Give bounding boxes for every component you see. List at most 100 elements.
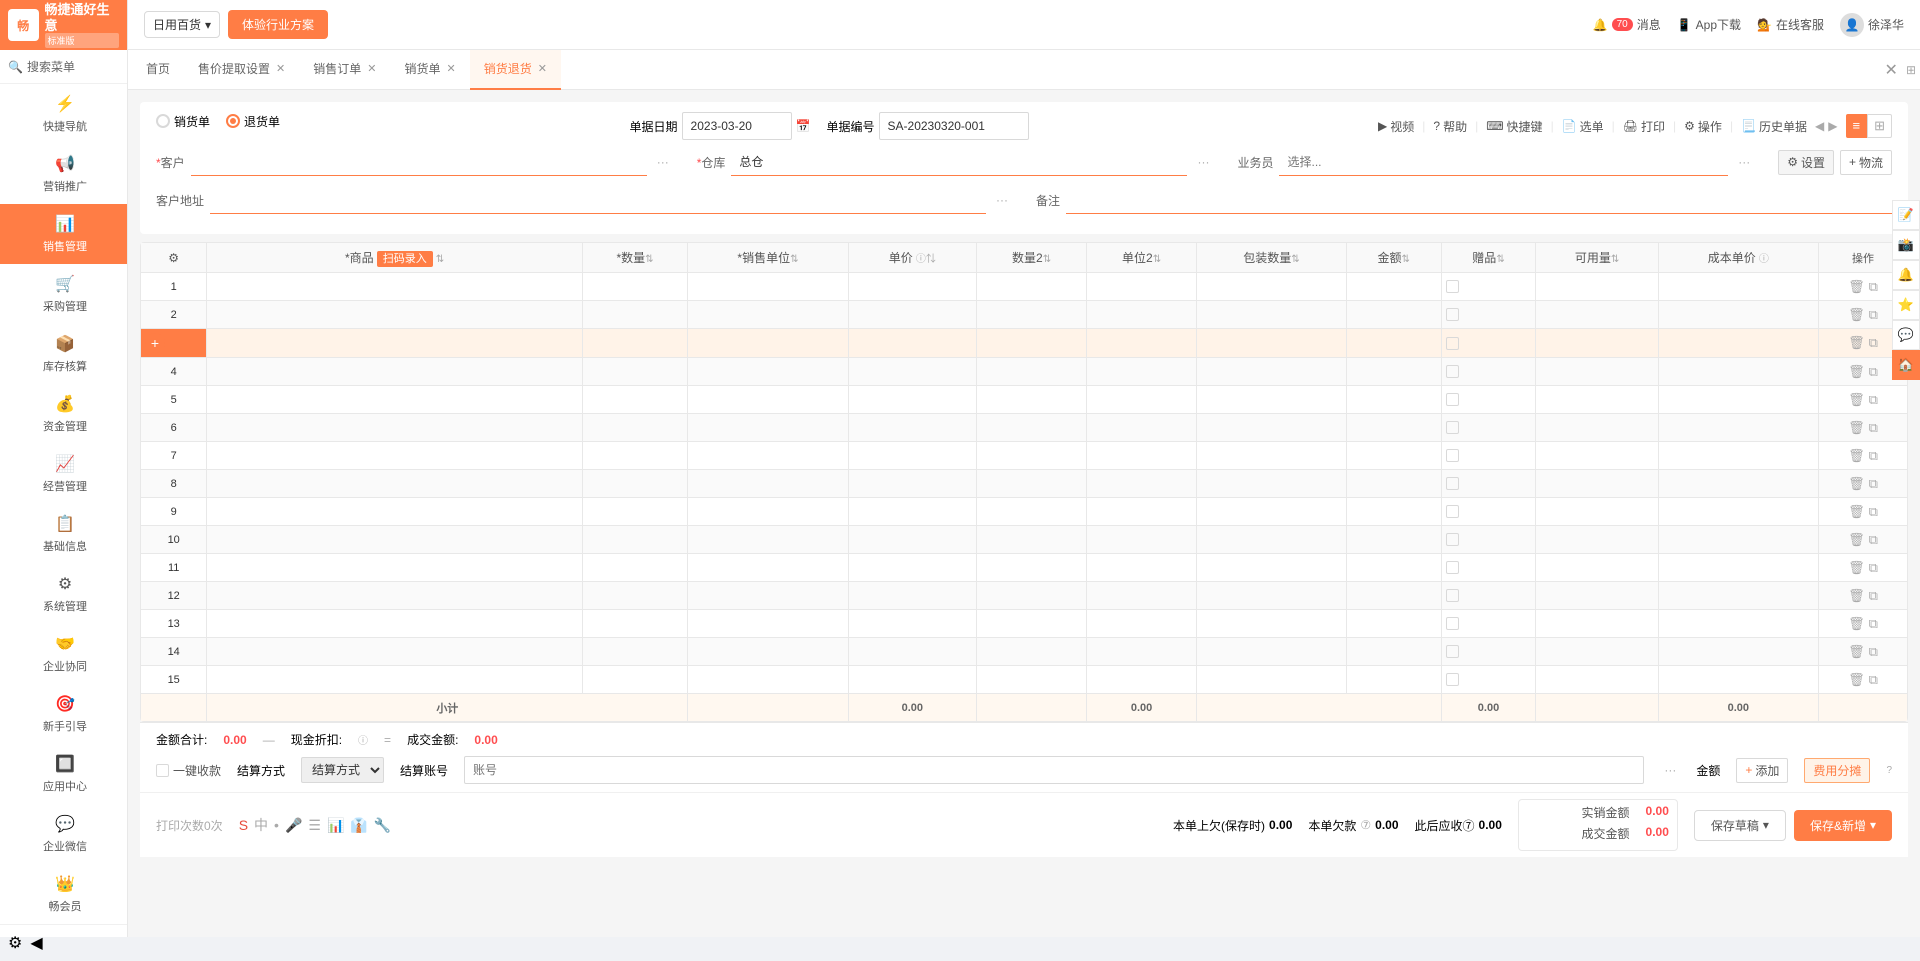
sidebar-item-collab[interactable]: 🤝 企业协同 xyxy=(0,624,127,684)
right-panel-star[interactable]: ⭐ xyxy=(1892,290,1920,320)
cell-gift[interactable] xyxy=(1441,442,1536,470)
cell-gift[interactable] xyxy=(1441,666,1536,694)
close-all-tabs[interactable]: ✕ xyxy=(1881,56,1902,84)
ops-toolbar-btn[interactable]: ⚙操作 xyxy=(1684,118,1722,135)
gift-checkbox[interactable] xyxy=(1446,533,1459,546)
copy-row-icon[interactable]: ⧉ xyxy=(1869,532,1878,548)
view-list-btn[interactable]: ≡ xyxy=(1846,114,1868,138)
sidebar-item-inventory[interactable]: 📦 库存核算 xyxy=(0,324,127,384)
sidebar-item-operation[interactable]: 📈 经营管理 xyxy=(0,444,127,504)
save-draft-button[interactable]: 保存草稿 ▾ xyxy=(1694,810,1786,841)
gift-checkbox[interactable] xyxy=(1446,477,1459,490)
experience-button[interactable]: 体验行业方案 xyxy=(228,10,328,39)
save-new-arrow[interactable]: ▾ xyxy=(1870,818,1876,832)
sidebar-item-guide[interactable]: 🎯 新手引导 xyxy=(0,684,127,744)
cell-gift[interactable] xyxy=(1441,498,1536,526)
account-dots[interactable]: ··· xyxy=(1660,763,1680,777)
tab-sales-delivery[interactable]: 销货单 ✕ xyxy=(390,50,469,90)
delete-row-icon[interactable]: 🗑 xyxy=(1848,420,1865,436)
copy-row-icon[interactable]: ⧉ xyxy=(1869,307,1878,323)
online-service-button[interactable]: 💁 在线客服 xyxy=(1757,16,1824,33)
delete-row-icon[interactable]: 🗑 xyxy=(1848,588,1865,604)
delete-row-icon[interactable]: 🗑 xyxy=(1848,279,1865,295)
delete-row-icon[interactable]: 🗑 xyxy=(1848,335,1865,351)
staff-dots[interactable]: ··· xyxy=(1734,155,1754,169)
copy-row-icon[interactable]: ⧉ xyxy=(1869,672,1878,688)
notice-button[interactable]: 🔔 70 消息 xyxy=(1593,16,1661,33)
tab-sales-return[interactable]: 销货退货 ✕ xyxy=(470,50,561,90)
avail-sort[interactable]: ⇅ xyxy=(1611,254,1619,265)
gift-checkbox[interactable] xyxy=(1446,617,1459,630)
cell-gift[interactable] xyxy=(1441,273,1536,301)
industry-dropdown[interactable]: 日用百货 ▾ xyxy=(144,11,220,38)
delete-row-icon[interactable]: 🗑 xyxy=(1848,392,1865,408)
gift-checkbox[interactable] xyxy=(1446,393,1459,406)
right-panel-active[interactable]: 🏠 xyxy=(1892,350,1920,380)
tab-delivery-close[interactable]: ✕ xyxy=(447,62,456,75)
sidebar-item-purchase[interactable]: 🛒 采购管理 xyxy=(0,264,127,324)
pkg-sort[interactable]: ⇅ xyxy=(1291,254,1299,265)
delete-row-icon[interactable]: 🗑 xyxy=(1848,476,1865,492)
account-input[interactable] xyxy=(464,756,1644,784)
copy-row-icon[interactable]: ⧉ xyxy=(1869,335,1878,351)
gift-checkbox[interactable] xyxy=(1446,308,1459,321)
gift-checkbox[interactable] xyxy=(1446,673,1459,686)
sidebar-item-basic[interactable]: 📋 基础信息 xyxy=(0,504,127,564)
copy-row-icon[interactable]: ⧉ xyxy=(1869,504,1878,520)
draft-arrow[interactable]: ▾ xyxy=(1763,818,1769,832)
amount-sort[interactable]: ⇅ xyxy=(1402,254,1410,265)
sidebar-item-vip[interactable]: 👑 畅会员 xyxy=(0,864,127,924)
video-toolbar-btn[interactable]: ▶视频 xyxy=(1378,118,1414,135)
gift-checkbox[interactable] xyxy=(1446,280,1459,293)
setting-button[interactable]: ⚙ 设置 xyxy=(1778,150,1834,175)
select-toolbar-btn[interactable]: 📄选单 xyxy=(1562,118,1604,135)
save-new-button[interactable]: 保存&新增 ▾ xyxy=(1794,810,1892,841)
tab-home[interactable]: 首页 xyxy=(132,50,184,90)
delete-row-icon[interactable]: 🗑 xyxy=(1848,448,1865,464)
barcode-entry-btn[interactable]: 扫码录入 xyxy=(377,251,433,267)
cell-gift[interactable] xyxy=(1441,554,1536,582)
history-toolbar-btn[interactable]: 📃历史单据 xyxy=(1741,118,1807,135)
user-profile[interactable]: 👤 徐泽华 xyxy=(1840,13,1904,37)
sidebar-item-system[interactable]: ⚙ 系统管理 xyxy=(0,564,127,624)
goods-input[interactable] xyxy=(211,336,577,350)
cell-gift[interactable] xyxy=(1441,414,1536,442)
goods-sort[interactable]: ⇅ xyxy=(436,254,444,265)
help-toolbar-btn[interactable]: ?帮助 xyxy=(1433,118,1467,135)
price-sort[interactable]: ⇅ xyxy=(926,254,936,265)
gift-checkbox[interactable] xyxy=(1446,561,1459,574)
qty-sort[interactable]: ⇅ xyxy=(645,254,653,265)
calendar-icon[interactable]: 📅 xyxy=(796,119,811,133)
cell-gift[interactable] xyxy=(1441,358,1536,386)
cell-gift[interactable] xyxy=(1441,526,1536,554)
radio-sale[interactable]: 销货单 xyxy=(156,113,210,130)
right-panel-notes[interactable]: 📝 xyxy=(1892,200,1920,230)
copy-row-icon[interactable]: ⧉ xyxy=(1869,448,1878,464)
tab-return-close[interactable]: ✕ xyxy=(538,62,547,75)
warehouse-dots[interactable]: ··· xyxy=(1193,155,1213,169)
cell-gift[interactable] xyxy=(1441,470,1536,498)
shortcut-toolbar-btn[interactable]: ⌨快捷键 xyxy=(1486,118,1542,135)
delete-row-icon[interactable]: 🗑 xyxy=(1848,307,1865,323)
serial-input[interactable] xyxy=(879,112,1029,140)
right-panel-photo[interactable]: 📸 xyxy=(1892,230,1920,260)
copy-row-icon[interactable]: ⧉ xyxy=(1869,364,1878,380)
next-arrow[interactable]: ▶ xyxy=(1828,119,1837,133)
copy-row-icon[interactable]: ⧉ xyxy=(1869,420,1878,436)
add-payment-button[interactable]: + 添加 xyxy=(1736,758,1788,783)
view-grid-btn[interactable]: ⊞ xyxy=(1867,114,1892,138)
unit-sort[interactable]: ⇅ xyxy=(790,254,798,265)
fee-split-button[interactable]: 费用分摊 xyxy=(1804,758,1870,783)
one-click-pay-check[interactable]: 一键收款 xyxy=(156,762,221,779)
sidebar-search[interactable]: 🔍 搜索菜单 xyxy=(0,50,127,84)
copy-row-icon[interactable]: ⧉ xyxy=(1869,476,1878,492)
delete-row-icon[interactable]: 🗑 xyxy=(1848,672,1865,688)
date-input[interactable] xyxy=(682,112,792,140)
gift-checkbox[interactable] xyxy=(1446,645,1459,658)
cell-gift[interactable] xyxy=(1441,301,1536,329)
cell-goods[interactable] xyxy=(207,329,582,358)
cell-gift[interactable] xyxy=(1441,638,1536,666)
gift-checkbox[interactable] xyxy=(1446,337,1459,350)
delete-row-icon[interactable]: 🗑 xyxy=(1848,504,1865,520)
copy-row-icon[interactable]: ⧉ xyxy=(1869,588,1878,604)
